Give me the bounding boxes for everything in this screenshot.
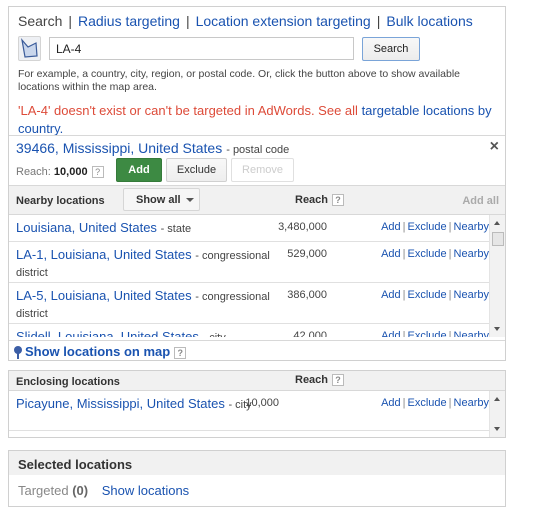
- nearby-link[interactable]: Nearby: [454, 397, 489, 409]
- targeted-label: Targeted: [18, 483, 69, 498]
- search-button[interactable]: Search: [362, 37, 420, 61]
- location-link[interactable]: Picayune, Mississippi, United States: [16, 396, 225, 411]
- reach-header-label: Reach: [295, 374, 329, 386]
- add-link[interactable]: Add: [381, 330, 401, 337]
- help-icon[interactable]: ?: [332, 194, 345, 207]
- location-link[interactable]: LA-1, Louisiana, United States: [16, 247, 192, 262]
- location-reach: 3,480,000: [278, 221, 327, 233]
- enclosing-locations-panel: Enclosing locations Reach? Picayune, Mis…: [8, 370, 506, 438]
- reach-column-header: Reach?: [295, 194, 345, 207]
- map-pin-icon: [14, 346, 22, 359]
- enclosing-locations-list: Picayune, Mississippi, United States - c…: [9, 391, 505, 437]
- help-icon[interactable]: ?: [332, 374, 345, 387]
- exclude-button[interactable]: Exclude: [166, 158, 227, 182]
- exclude-link[interactable]: Exclude: [408, 221, 447, 233]
- location-reach: 10,000: [245, 397, 279, 409]
- location-type: - state: [160, 223, 192, 235]
- tab-radius-targeting[interactable]: Radius targeting: [78, 13, 180, 29]
- list-item: LA-5, Louisiana, United States - congres…: [9, 283, 497, 324]
- show-map-row: Show locations on map?: [9, 340, 505, 359]
- list-item: Picayune, Mississippi, United States - c…: [9, 391, 497, 431]
- search-hint: For example, a country, city, region, or…: [18, 68, 461, 93]
- scroll-up-icon[interactable]: [494, 397, 500, 401]
- chevron-down-icon: [185, 198, 194, 203]
- result-reach: Reach: 10,000?: [16, 166, 104, 179]
- list-item: Slidell, Louisiana, United States - city…: [9, 324, 497, 337]
- scroll-thumb[interactable]: [492, 232, 504, 246]
- error-message: 'LA-4' doesn't exist or can't be targete…: [18, 102, 504, 138]
- nearby-locations-title: Nearby locations: [16, 195, 105, 207]
- location-link[interactable]: LA-5, Louisiana, United States: [16, 288, 192, 303]
- map-polygon-icon: [21, 37, 38, 58]
- exclude-link[interactable]: Exclude: [408, 330, 447, 337]
- targeted-count: (0): [72, 483, 89, 498]
- location-reach: 386,000: [287, 289, 327, 301]
- remove-button[interactable]: Remove: [231, 158, 294, 182]
- reach-label: Reach:: [16, 166, 51, 178]
- reach-column-header: Reach?: [295, 374, 345, 387]
- tab-bulk-locations[interactable]: Bulk locations: [386, 13, 472, 29]
- add-link[interactable]: Add: [381, 289, 401, 301]
- tab-search[interactable]: Search: [18, 13, 62, 29]
- add-link[interactable]: Add: [381, 248, 401, 260]
- selected-locations-title: Selected locations: [9, 451, 505, 475]
- exclude-link[interactable]: Exclude: [408, 397, 447, 409]
- nearby-locations-list: Louisiana, United States - state 3,480,0…: [9, 215, 505, 337]
- reach-header-label: Reach: [295, 194, 329, 206]
- selected-summary: Targeted (0) Show locations: [9, 475, 505, 498]
- location-search-panel: Search | Radius targeting | Location extensi…: [8, 6, 506, 361]
- result-type: - postal code: [226, 144, 290, 156]
- enclosing-locations-header: Enclosing locations Reach?: [9, 371, 505, 391]
- nearby-scrollbar[interactable]: [489, 215, 505, 337]
- exclude-link[interactable]: Exclude: [408, 248, 447, 260]
- location-type: - city: [202, 332, 225, 337]
- list-item: LA-1, Louisiana, United States - congres…: [9, 242, 497, 283]
- location-search-input[interactable]: [49, 37, 354, 60]
- add-link[interactable]: Add: [381, 221, 401, 233]
- exclude-link[interactable]: Exclude: [408, 289, 447, 301]
- search-result: 39466, Mississippi, United States - posta…: [9, 135, 505, 185]
- add-button[interactable]: Add: [116, 158, 162, 182]
- targeting-tabs: Search | Radius targeting | Location extensi…: [18, 13, 473, 29]
- map-area-button[interactable]: [18, 36, 41, 61]
- error-text: 'LA-4' doesn't exist or can't be targete…: [18, 103, 362, 118]
- show-all-dropdown[interactable]: Show all: [123, 188, 200, 211]
- location-reach: 42,000: [293, 330, 327, 337]
- tab-separator: |: [376, 13, 381, 29]
- enclosing-scrollbar[interactable]: [489, 391, 505, 437]
- location-link[interactable]: Slidell, Louisiana, United States: [16, 329, 199, 337]
- close-icon[interactable]: ×: [490, 138, 499, 156]
- result-location-link[interactable]: 39466, Mississippi, United States: [16, 140, 222, 156]
- help-icon[interactable]: ?: [174, 346, 187, 359]
- list-item: Louisiana, United States - state 3,480,0…: [9, 215, 497, 242]
- help-icon[interactable]: ?: [91, 166, 104, 179]
- show-locations-on-map-link[interactable]: Show locations on map: [25, 344, 170, 359]
- add-link[interactable]: Add: [381, 397, 401, 409]
- tab-location-extension-targeting[interactable]: Location extension targeting: [196, 13, 371, 29]
- selected-locations-panel: Selected locations Targeted (0) Show loc…: [8, 450, 506, 507]
- reach-value: 10,000: [53, 166, 88, 178]
- enclosing-locations-title: Enclosing locations: [16, 376, 120, 388]
- scroll-up-icon[interactable]: [494, 221, 500, 225]
- nearby-link[interactable]: Nearby: [454, 221, 489, 233]
- nearby-link[interactable]: Nearby: [454, 248, 489, 260]
- nearby-locations-header: Nearby locations Show all Reach? Add all: [9, 185, 505, 215]
- scroll-down-icon[interactable]: [494, 427, 500, 431]
- tab-separator: |: [68, 13, 72, 29]
- location-link[interactable]: Louisiana, United States: [16, 220, 157, 235]
- show-locations-link[interactable]: Show locations: [102, 483, 189, 498]
- nearby-link[interactable]: Nearby: [454, 289, 489, 301]
- add-all-link[interactable]: Add all: [462, 195, 499, 207]
- location-reach: 529,000: [287, 248, 327, 260]
- show-all-label: Show all: [136, 194, 181, 206]
- nearby-link[interactable]: Nearby: [454, 330, 489, 337]
- tab-separator: |: [185, 13, 190, 29]
- scroll-down-icon[interactable]: [494, 327, 500, 331]
